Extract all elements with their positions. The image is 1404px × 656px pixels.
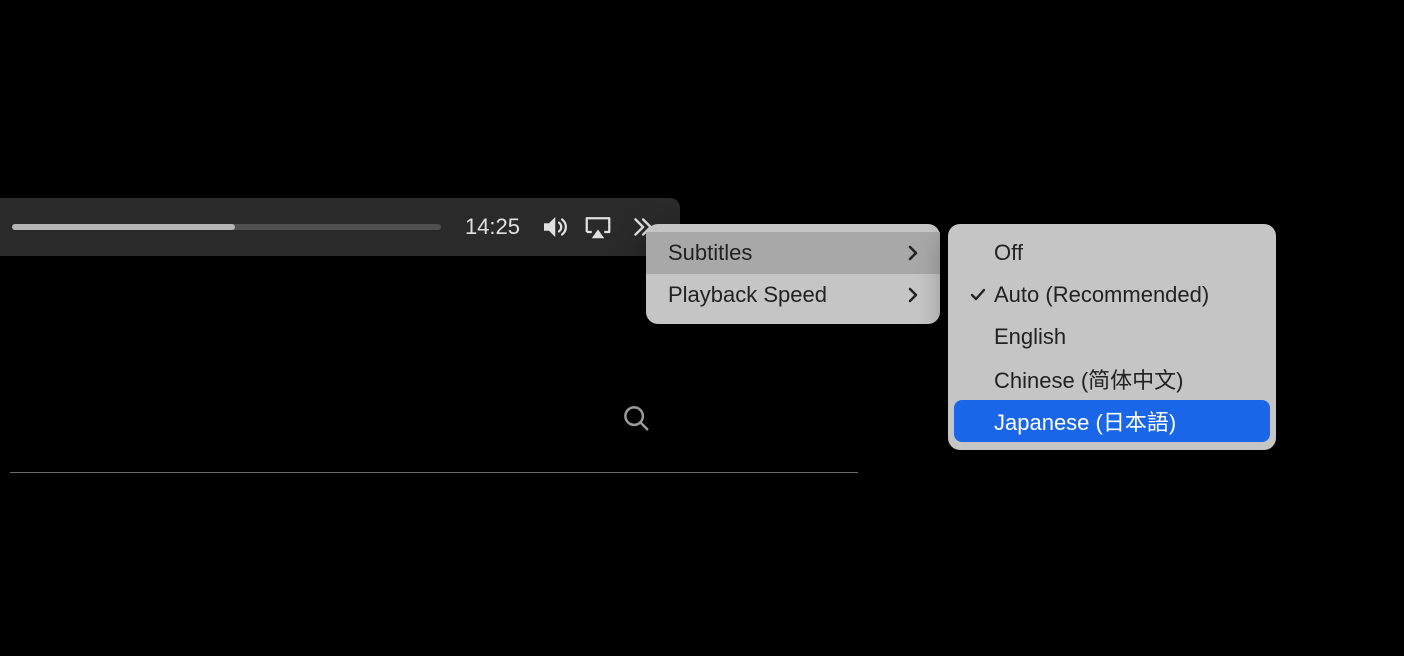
volume-icon[interactable] [532,205,576,249]
airplay-icon[interactable] [576,205,620,249]
time-remaining: 14:25 [465,214,520,240]
menu-item-label: Playback Speed [668,282,904,308]
progress-fill [12,224,235,230]
chevron-right-icon [904,286,922,304]
chevron-right-icon [904,244,922,262]
menu-item-label: Subtitles [668,240,904,266]
subtitle-option-label: English [990,324,1252,350]
subtitle-option-off[interactable]: Off [954,232,1270,274]
divider [10,472,858,473]
menu-item-playback-speed[interactable]: Playback Speed [646,274,940,316]
options-menu: Subtitles Playback Speed [646,224,940,324]
progress-track [12,224,441,230]
subtitle-option-label: Auto (Recommended) [990,282,1252,308]
subtitle-option-english[interactable]: English [954,316,1270,358]
subtitle-option-label: Off [990,240,1252,266]
menu-item-subtitles[interactable]: Subtitles [646,232,940,274]
subtitle-option-chinese[interactable]: Chinese (简体中文) [954,358,1270,400]
search-icon[interactable] [618,400,654,436]
subtitle-option-label: Chinese (简体中文) [990,363,1252,395]
check-icon [966,286,990,304]
progress-bar[interactable] [12,224,441,230]
video-control-bar: 14:25 [0,198,680,256]
subtitle-option-auto[interactable]: Auto (Recommended) [954,274,1270,316]
subtitle-option-label: Japanese (日本語) [990,405,1252,437]
subtitle-option-japanese[interactable]: Japanese (日本語) [954,400,1270,442]
subtitles-submenu: Off Auto (Recommended) English Chinese (… [948,224,1276,450]
